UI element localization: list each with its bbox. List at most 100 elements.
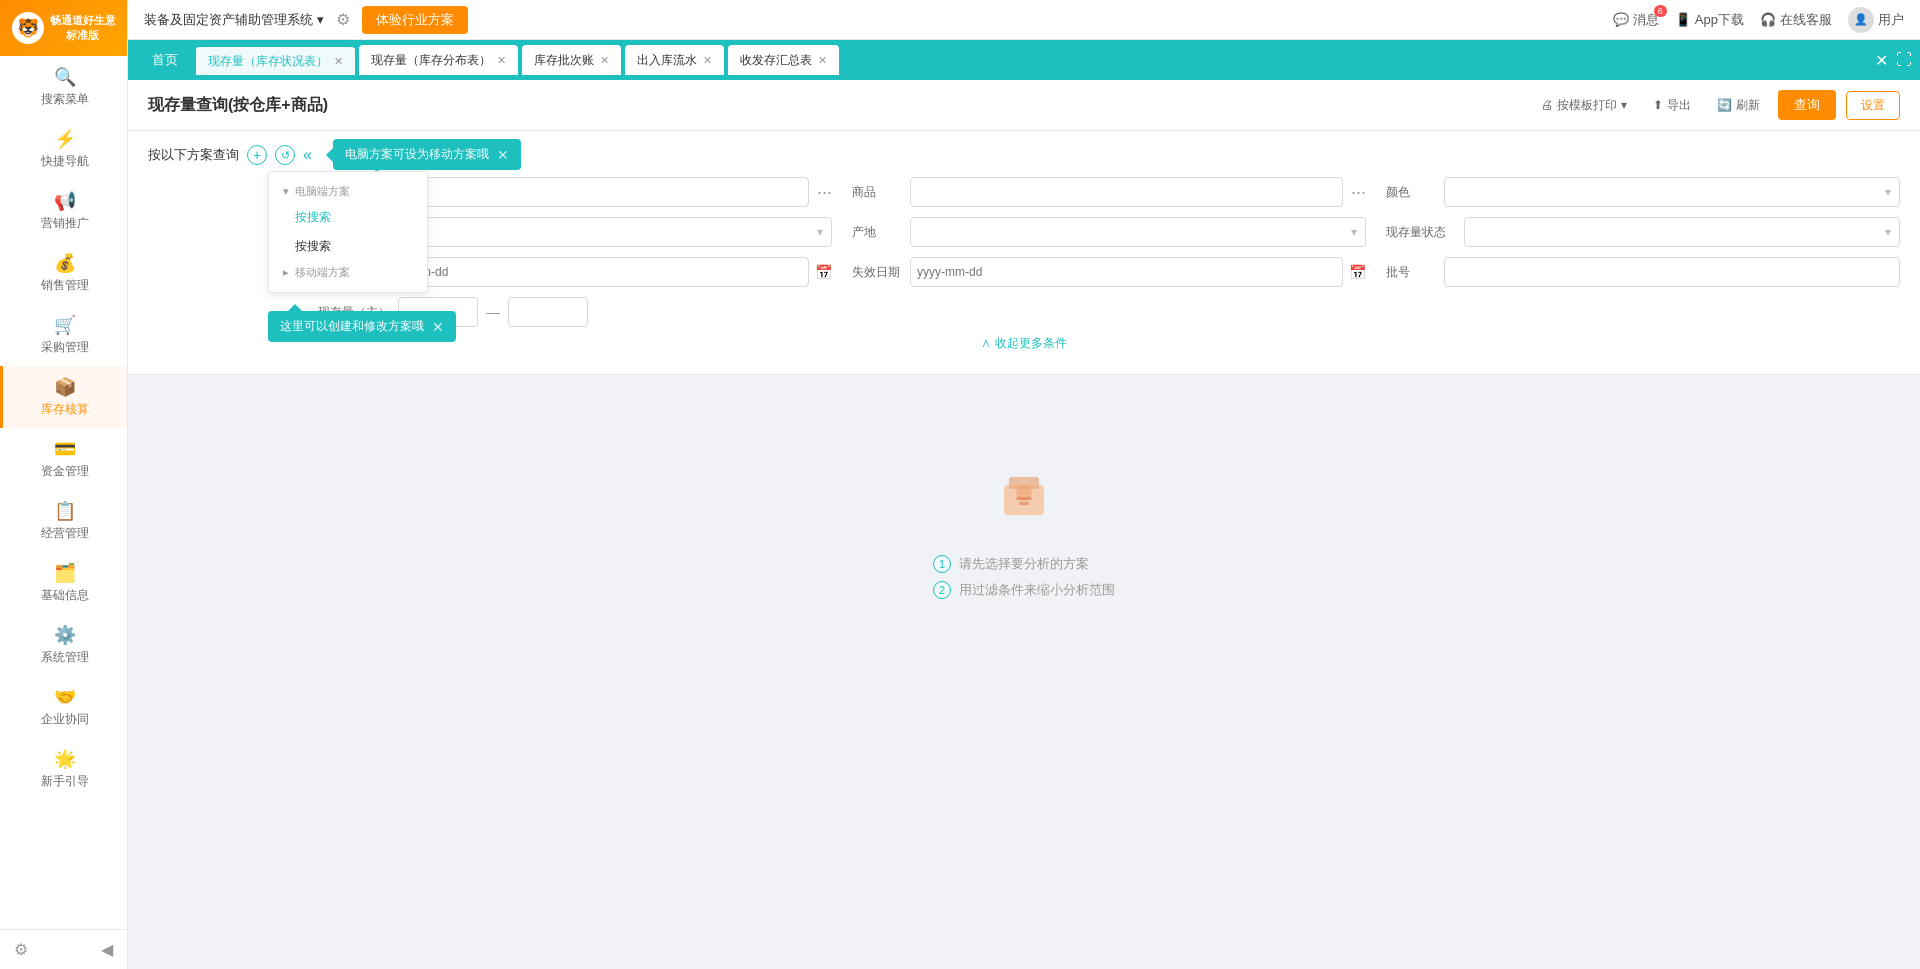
prod-date-start[interactable] [376,257,809,287]
app-download-btn[interactable]: 📱 App下载 [1675,11,1744,29]
print-btn[interactable]: 🖨 按模板打印 ▾ [1533,93,1635,118]
origin-select[interactable]: ▾ [910,217,1366,247]
page-top-bar: 现存量查询(按仓库+商品) 🖨 按模板打印 ▾ ⬆ 导出 🔄 刷新 查询 设置 [128,80,1920,131]
tab-collection-summary[interactable]: 收发存汇总表 ✕ [728,45,839,75]
calendar-icon[interactable]: 📅 [815,264,832,280]
system-selector[interactable]: 装备及固定资产辅助管理系统 ▾ [144,11,324,29]
tab-close-icon[interactable]: ✕ [703,54,712,67]
online-support-btn[interactable]: 🎧 在线客服 [1760,11,1832,29]
refresh-btn[interactable]: 🔄 刷新 [1709,93,1768,118]
tooltip-close-2[interactable]: ✕ [432,319,444,335]
tab-close-all-icon[interactable]: ✕ [1875,51,1888,70]
sidebar-item-operations[interactable]: 📋 经营管理 [0,490,127,552]
filter-row-expiry: 失效日期 📅 [852,257,1366,287]
messages-btn[interactable]: 💬 消息 6 [1613,11,1659,29]
tab-close-icon[interactable]: ✕ [497,54,506,67]
tab-in-out-flow[interactable]: 出入库流水 ✕ [625,45,724,75]
tooltip-scheme-2: 这里可以创建和修改方案哦 ✕ [268,311,456,342]
sidebar-item-finance[interactable]: 💳 资金管理 [0,428,127,490]
filter-header-label: 按以下方案查询 [148,146,239,164]
top-header: 装备及固定资产辅助管理系统 ▾ ⚙ 体验行业方案 💬 消息 6 📱 App下载 … [128,0,1920,40]
setup-button[interactable]: 设置 [1846,91,1900,120]
tab-close-icon[interactable]: ✕ [334,55,343,68]
main-area: 装备及固定资产辅助管理系统 ▾ ⚙ 体验行业方案 💬 消息 6 📱 App下载 … [128,0,1920,969]
export-icon: ⬆ [1653,98,1663,112]
sidebar-item-purchase[interactable]: 🛒 采购管理 [0,304,127,366]
sidebar-item-label: 搜索菜单 [41,91,89,108]
user-menu[interactable]: 👤 用户 [1848,7,1904,33]
tab-inventory-status[interactable]: 现存量（库存状况表） ✕ [196,45,355,75]
filter-refresh-btn[interactable]: ↺ [275,145,295,165]
batch-input[interactable] [1444,257,1900,287]
inv-main-end[interactable] [508,297,588,327]
chevron-down-icon: ▾ [817,225,823,239]
scheme-item-1[interactable]: 按搜索 [269,203,427,232]
sidebar-item-search[interactable]: 🔍 搜索菜单 [0,56,127,118]
logo-text: 畅通道好生意 标准版 [50,13,116,44]
tab-close-icon[interactable]: ✕ [600,54,609,67]
sidebar-item-label: 新手引导 [41,773,89,790]
svg-rect-4 [1019,502,1029,505]
tab-home[interactable]: 首页 [136,40,194,80]
industry-btn[interactable]: 体验行业方案 [362,6,468,34]
filter-back-btn[interactable]: « [303,146,312,164]
settings-icon[interactable]: ⚙ [14,940,28,959]
sidebar-item-enterprise[interactable]: 🤝 企业协同 [0,676,127,738]
expiry-date-start[interactable] [910,257,1343,287]
scheme-tree: ▾ 电脑端方案 按搜索 按搜索 ▸ 移动端方案 [268,171,428,293]
page-title: 现存量查询(按仓库+商品) [148,95,328,116]
sidebar-item-sales[interactable]: 💰 销售管理 [0,242,127,304]
online-support-label: 在线客服 [1780,11,1832,29]
step-label-2: 用过滤条件来缩小分析范围 [959,581,1115,599]
tooltip-close-1[interactable]: ✕ [497,147,509,163]
sidebar-item-label: 库存核算 [41,401,89,418]
filter-add-btn[interactable]: + [247,145,267,165]
sidebar-item-label: 销售管理 [41,277,89,294]
tab-inventory-batch[interactable]: 库存批次账 ✕ [522,45,621,75]
app-download-label: App下载 [1695,11,1744,29]
settings-icon[interactable]: ⚙ [336,10,350,29]
chevron-down-icon: ▾ [1885,225,1891,239]
warehouse-more-icon[interactable]: ··· [817,182,832,203]
expiry-date-range: 📅 [910,257,1366,287]
sidebar-item-label: 基础信息 [41,587,89,604]
tooltip-scheme-1: 电脑方案可设为移动方案哦 ✕ [333,139,521,170]
sidebar-item-base[interactable]: 🗂️ 基础信息 [0,552,127,614]
filter-row-color: 颜色 ▾ [1386,177,1900,207]
page-actions: 🖨 按模板打印 ▾ ⬆ 导出 🔄 刷新 查询 设置 [1533,90,1900,120]
sidebar-item-marketing[interactable]: 📢 营销推广 [0,180,127,242]
scheme-section-mobile: ▸ 移动端方案 [269,261,427,284]
color-label: 颜色 [1386,184,1436,201]
calendar-icon[interactable]: 📅 [1349,264,1366,280]
scheme-item-2[interactable]: 按搜索 [269,232,427,261]
query-button[interactable]: 查询 [1778,90,1836,120]
goods-select[interactable] [910,177,1343,207]
goods-more-icon[interactable]: ··· [1351,182,1366,203]
tab-close-icon[interactable]: ✕ [818,54,827,67]
empty-step-1: 1 请先选择要分析的方案 [933,555,1115,573]
export-btn[interactable]: ⬆ 导出 [1645,93,1699,118]
chevron-down-icon: ▾ [1885,185,1891,199]
collapse-sidebar-icon[interactable]: ◀ [101,940,113,959]
message-count: 6 [1654,5,1667,17]
sidebar-nav: 🔍 搜索菜单 ⚡ 快捷导航 📢 营销推广 💰 销售管理 🛒 采购管理 📦 库存核… [0,56,127,929]
color-select[interactable]: ▾ [1444,177,1900,207]
collapse-label: 收起更多条件 [995,336,1067,350]
tab-inventory-dist[interactable]: 现存量（库存分布表） ✕ [359,45,518,75]
step-num-1: 1 [933,555,951,573]
sidebar-item-guide[interactable]: 🌟 新手引导 [0,738,127,800]
sidebar-item-system[interactable]: ⚙️ 系统管理 [0,614,127,676]
tab-fullscreen-icon[interactable]: ⛶ [1896,51,1912,70]
warehouse-select[interactable] [376,177,809,207]
inv-status-select[interactable]: ▾ [1464,217,1900,247]
goods-label: 商品 [852,184,902,201]
tab-bar-actions: ✕ ⛶ [1875,51,1912,70]
user-label: 用户 [1878,11,1904,29]
empty-state: 1 请先选择要分析的方案 2 用过滤条件来缩小分析范围 [128,375,1920,679]
sidebar-item-inventory[interactable]: 📦 库存核算 [0,366,127,428]
phone-icon: 📱 [1675,12,1691,27]
enterprise-icon: 🤝 [54,686,76,708]
size-select[interactable]: ▾ [376,217,832,247]
sidebar-item-quick-nav[interactable]: ⚡ 快捷导航 [0,118,127,180]
filter-area: 按以下方案查询 + ↺ « ▾ 电脑端方案 按搜索 按搜索 ▸ [128,131,1920,375]
